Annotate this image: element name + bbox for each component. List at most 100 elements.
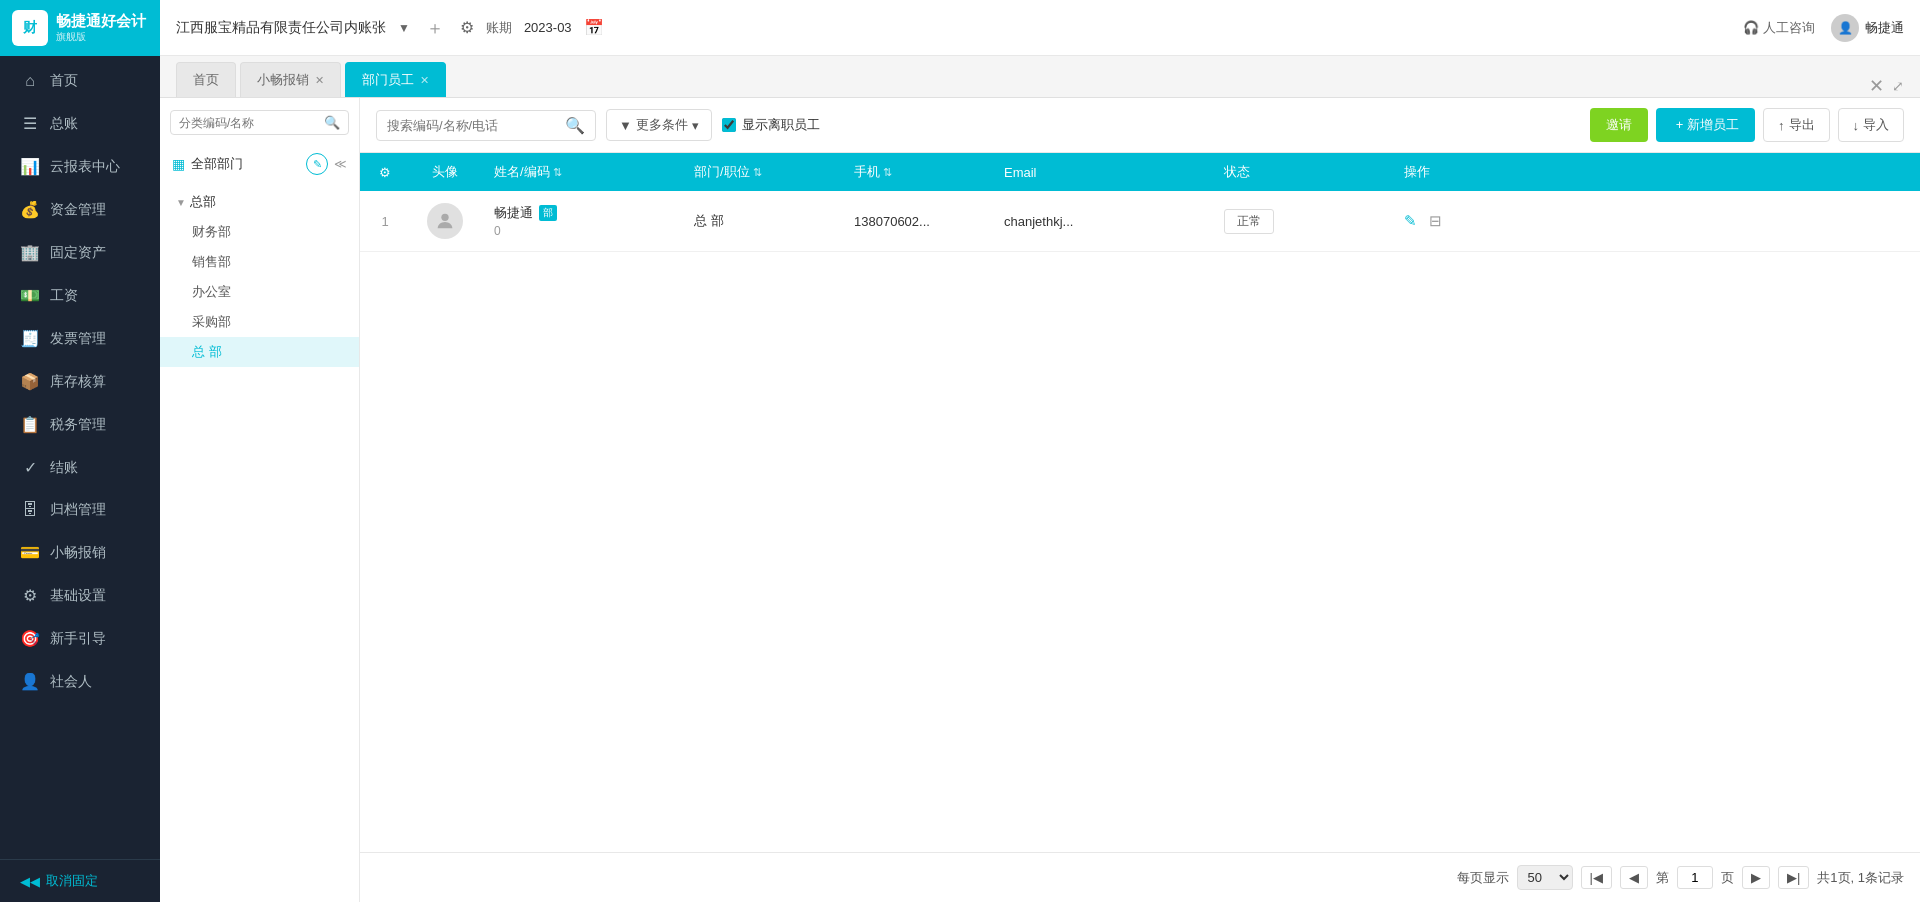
show-resigned-checkbox[interactable] bbox=[722, 118, 736, 132]
filter-button[interactable]: ▼ 更多条件 ▾ bbox=[606, 109, 712, 141]
period-value: 2023-03 bbox=[524, 20, 572, 35]
avatar bbox=[427, 203, 463, 239]
expense-icon: 💳 bbox=[20, 543, 40, 562]
col-dept[interactable]: 部门/职位 bbox=[680, 153, 840, 191]
tab-expense-label: 小畅报销 bbox=[257, 71, 309, 89]
row-status-cell: 正常 bbox=[1210, 191, 1390, 252]
reports-icon: 📊 bbox=[20, 157, 40, 176]
leave-button[interactable]: ⊟ bbox=[1429, 212, 1442, 230]
add-tab-button[interactable]: ＋ bbox=[422, 16, 448, 40]
employee-search-icon[interactable]: 🔍 bbox=[565, 116, 585, 135]
export-button[interactable]: ↑ 导出 bbox=[1763, 108, 1830, 142]
close-accounts-icon: ✓ bbox=[20, 458, 40, 477]
guide-icon: 🎯 bbox=[20, 629, 40, 648]
dept-edit-button[interactable]: ✎ bbox=[306, 153, 328, 175]
sidebar-item-archive[interactable]: 🗄 归档管理 bbox=[0, 489, 160, 531]
tab-home[interactable]: 首页 bbox=[176, 62, 236, 97]
sidebar-item-close-accounts[interactable]: ✓ 结账 bbox=[0, 446, 160, 489]
sidebar-item-guide[interactable]: 🎯 新手引导 bbox=[0, 617, 160, 660]
app-logo: 财 畅捷通好会计 旗舰版 bbox=[0, 0, 160, 56]
dept-collapse-icon[interactable]: ≪ bbox=[334, 157, 347, 171]
page-size-select[interactable]: 50 10 20 100 bbox=[1517, 865, 1573, 890]
dept-grid-icon: ▦ bbox=[172, 156, 185, 172]
col-phone[interactable]: 手机 bbox=[840, 153, 990, 191]
add-employee-button[interactable]: + 新增员工 bbox=[1656, 108, 1755, 142]
unpin-button[interactable]: ◀◀ 取消固定 bbox=[0, 859, 160, 902]
employee-search-input[interactable] bbox=[387, 118, 565, 133]
sidebar-item-label: 发票管理 bbox=[50, 330, 106, 348]
dept-child-office[interactable]: 办公室 bbox=[160, 277, 359, 307]
support-button[interactable]: 🎧 人工咨询 bbox=[1743, 19, 1815, 37]
employee-table: ⚙ 头像 姓名/编码 部门/职位 手机 Email 状态 操作 bbox=[360, 153, 1920, 852]
col-email: Email bbox=[990, 153, 1210, 191]
filter-icon: ▼ bbox=[619, 118, 632, 133]
sidebar-item-tax[interactable]: 📋 税务管理 bbox=[0, 403, 160, 446]
sidebar-item-home[interactable]: ⌂ 首页 bbox=[0, 60, 160, 102]
settings-button[interactable]: ⚙ bbox=[460, 18, 474, 37]
table-row: 1 畅捷通 bbox=[360, 191, 1920, 252]
filter-label: 更多条件 bbox=[636, 116, 688, 134]
sidebar-item-fixed-assets[interactable]: 🏢 固定资产 bbox=[0, 231, 160, 274]
invite-button[interactable]: 邀请 bbox=[1590, 108, 1648, 142]
support-label: 人工咨询 bbox=[1763, 19, 1815, 37]
tab-employees[interactable]: 部门员工 ✕ bbox=[345, 62, 446, 97]
tab-bar-close-icon[interactable]: ✕ bbox=[1869, 75, 1884, 97]
tab-expense[interactable]: 小畅报销 ✕ bbox=[240, 62, 341, 97]
sidebar-item-label: 结账 bbox=[50, 459, 78, 477]
first-page-button[interactable]: |◀ bbox=[1581, 866, 1612, 889]
col-status: 状态 bbox=[1210, 153, 1390, 191]
col-avatar: 头像 bbox=[410, 153, 480, 191]
row-avatar-cell bbox=[410, 191, 480, 252]
right-panel: 🔍 ▼ 更多条件 ▾ 显示离职员工 邀请 + 新增员工 bbox=[360, 98, 1920, 902]
all-dept-label: 全部部门 bbox=[191, 155, 243, 173]
col-settings[interactable]: ⚙ bbox=[360, 153, 410, 191]
sidebar-item-expense[interactable]: 💳 小畅报销 bbox=[0, 531, 160, 574]
tab-employees-close-icon[interactable]: ✕ bbox=[420, 74, 429, 87]
sidebar-item-salary[interactable]: 💵 工资 bbox=[0, 274, 160, 317]
sidebar-item-invoice[interactable]: 🧾 发票管理 bbox=[0, 317, 160, 360]
import-button[interactable]: ↓ 导入 bbox=[1838, 108, 1905, 142]
sidebar-item-label: 总账 bbox=[50, 115, 78, 133]
funds-icon: 💰 bbox=[20, 200, 40, 219]
calendar-icon[interactable]: 📅 bbox=[584, 18, 604, 37]
employee-code: 0 bbox=[494, 224, 666, 238]
sidebar-item-funds[interactable]: 💰 资金管理 bbox=[0, 188, 160, 231]
sidebar-item-general-ledger[interactable]: ☰ 总账 bbox=[0, 102, 160, 145]
prev-page-button[interactable]: ◀ bbox=[1620, 866, 1648, 889]
sidebar-item-label: 库存核算 bbox=[50, 373, 106, 391]
topbar: 江西服宝精品有限责任公司内账张 ▼ ＋ ⚙ 账期 2023-03 📅 🎧 人工咨… bbox=[160, 0, 1920, 56]
row-phone: 138070602... bbox=[840, 191, 990, 252]
dept-search-input[interactable] bbox=[179, 116, 324, 130]
dept-search-icon[interactable]: 🔍 bbox=[324, 115, 340, 130]
user-avatar: 👤 bbox=[1831, 14, 1859, 42]
archive-icon: 🗄 bbox=[20, 501, 40, 519]
col-name[interactable]: 姓名/编码 bbox=[480, 153, 680, 191]
sidebar-item-inventory[interactable]: 📦 库存核算 bbox=[0, 360, 160, 403]
user-info[interactable]: 👤 畅捷通 bbox=[1831, 14, 1904, 42]
tab-bar-expand-icon[interactable]: ⤢ bbox=[1892, 78, 1904, 94]
dept-child-general[interactable]: 总 部 bbox=[160, 337, 359, 367]
page-number-input[interactable] bbox=[1677, 866, 1713, 889]
filter-chevron-icon: ▾ bbox=[692, 118, 699, 133]
page-di-label: 第 bbox=[1656, 869, 1669, 887]
show-resigned-label[interactable]: 显示离职员工 bbox=[722, 116, 820, 134]
edit-button[interactable]: ✎ bbox=[1404, 212, 1417, 230]
sidebar-item-label: 税务管理 bbox=[50, 416, 106, 434]
last-page-button[interactable]: ▶| bbox=[1778, 866, 1809, 889]
sidebar-item-settings[interactable]: ⚙ 基础设置 bbox=[0, 574, 160, 617]
dept-child-finance[interactable]: 财务部 bbox=[160, 217, 359, 247]
sidebar-item-reports[interactable]: 📊 云报表中心 bbox=[0, 145, 160, 188]
sidebar-item-social[interactable]: 👤 社会人 bbox=[0, 660, 160, 703]
tab-expense-close-icon[interactable]: ✕ bbox=[315, 74, 324, 87]
svg-point-0 bbox=[441, 214, 448, 221]
dept-child-sales[interactable]: 销售部 bbox=[160, 247, 359, 277]
assets-icon: 🏢 bbox=[20, 243, 40, 262]
page-size-label: 每页显示 bbox=[1457, 869, 1509, 887]
all-dept-header[interactable]: ▦ 全部部门 ✎ ≪ bbox=[160, 145, 359, 183]
employee-name: 畅捷通 bbox=[494, 204, 533, 222]
next-page-button[interactable]: ▶ bbox=[1742, 866, 1770, 889]
dept-group-total[interactable]: 总部 bbox=[160, 187, 359, 217]
dept-child-purchase[interactable]: 采购部 bbox=[160, 307, 359, 337]
company-dropdown-icon[interactable]: ▼ bbox=[398, 21, 410, 35]
logo-sub: 旗舰版 bbox=[56, 30, 146, 44]
